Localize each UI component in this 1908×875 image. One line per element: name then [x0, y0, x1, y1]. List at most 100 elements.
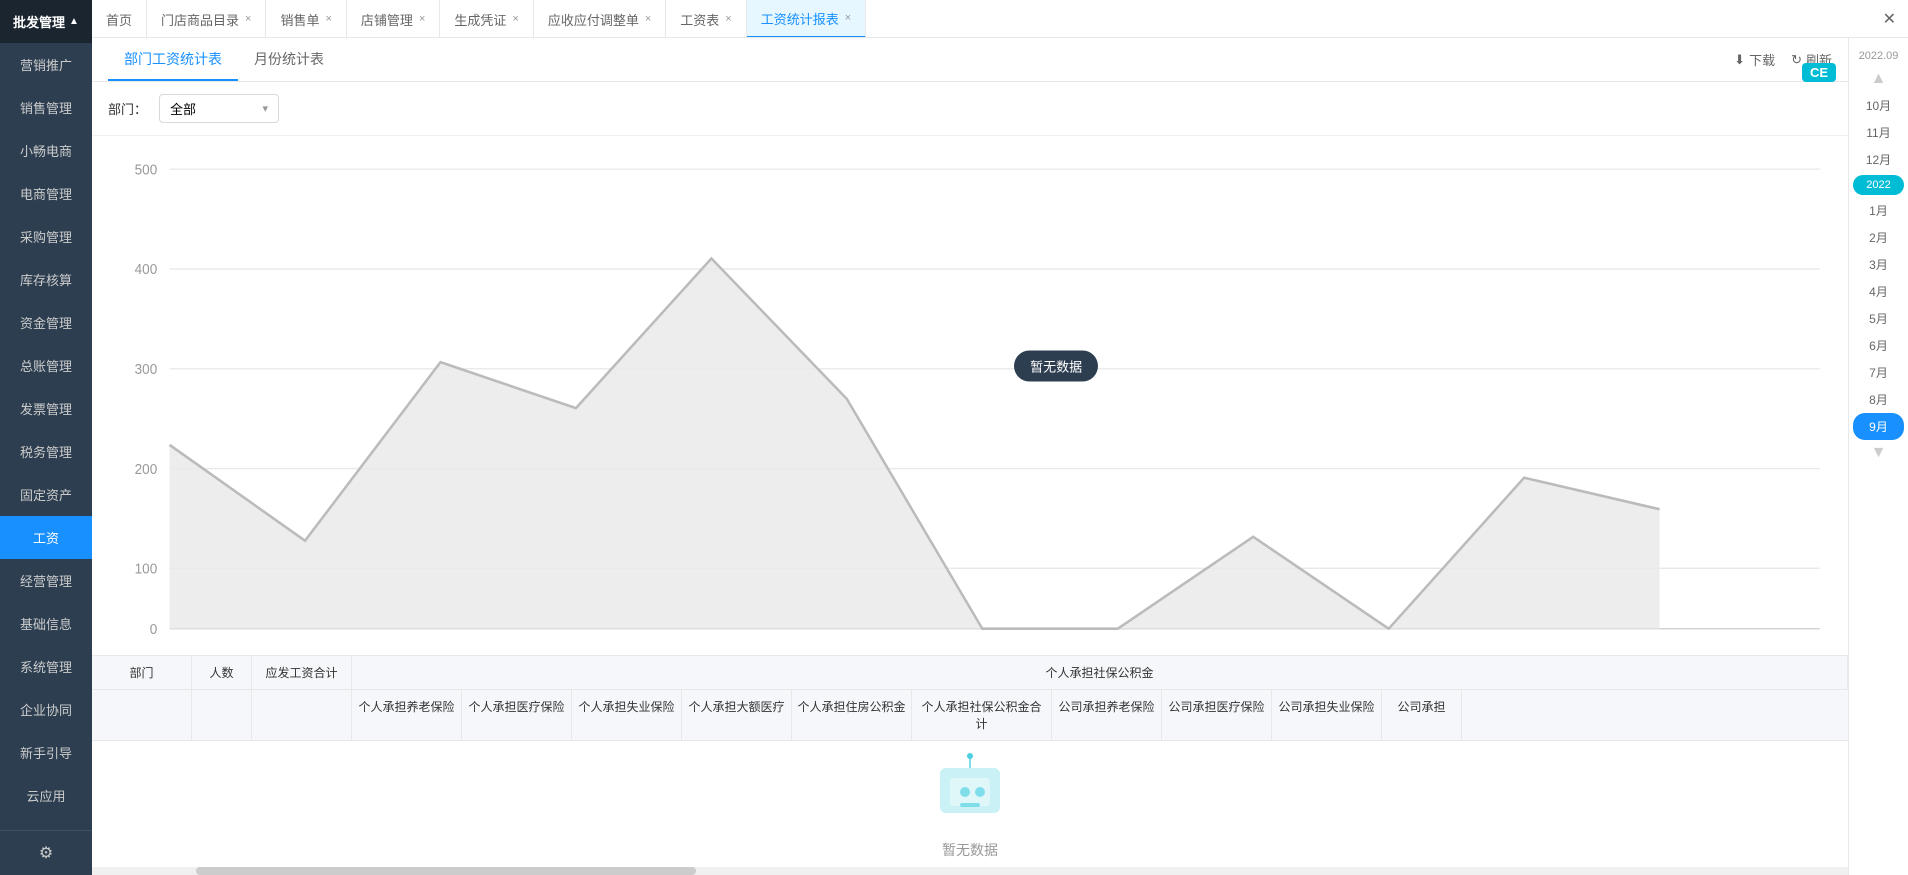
tab-label-1: 门店商品目录 [161, 10, 239, 29]
col-department: 部门 [92, 656, 192, 689]
select-arrow-icon: ▾ [262, 102, 268, 115]
tab-label-4: 生成凭证 [454, 10, 506, 29]
timeline-feb[interactable]: 2月 [1849, 224, 1908, 251]
filter-bar: 部门： 全部 ▾ [92, 82, 1848, 136]
sidebar-item-15[interactable]: 企业协同 [0, 688, 92, 731]
timeline-panel: 2022.09 ▲ 10月 11月 12月 2022 1月 2月 3月 4月 5… [1848, 38, 1908, 875]
tab-5[interactable]: 应收应付调整单× [534, 0, 666, 38]
subtab-department[interactable]: 部门工资统计表 [108, 39, 238, 81]
scrollbar-thumb[interactable] [196, 867, 696, 875]
timeline-down-button[interactable]: ▼ [1871, 440, 1887, 466]
svg-text:0: 0 [150, 621, 158, 638]
sidebar-item-0[interactable]: 营销推广 [0, 43, 92, 86]
sidebar-item-6[interactable]: 资金管理 [0, 301, 92, 344]
main-area: 首页门店商品目录×销售单×店铺管理×生成凭证×应收应付调整单×工资表×工资统计报… [92, 0, 1908, 875]
sidebar-item-14[interactable]: 系统管理 [0, 645, 92, 688]
subcol-company-misc: 公司承担 [1382, 690, 1462, 740]
subcol-company-medical: 公司承担医疗保险 [1162, 690, 1272, 740]
tab-label-0: 首页 [106, 10, 132, 29]
timeline-jan[interactable]: 1月 [1849, 197, 1908, 224]
sidebar-item-12[interactable]: 经营管理 [0, 559, 92, 602]
tab-label-7: 工资统计报表 [761, 9, 839, 28]
main-content: 部门工资统计表 月份统计表 ⬇ 下载 ↻ 刷新 部门： [92, 38, 1848, 875]
sidebar-item-8[interactable]: 发票管理 [0, 387, 92, 430]
tab-2[interactable]: 销售单 × [266, 0, 346, 38]
timeline-jul[interactable]: 7月 [1849, 359, 1908, 386]
sidebar-item-2[interactable]: 小畅电商 [0, 129, 92, 172]
sidebar-item-17[interactable]: 云应用 [0, 774, 92, 817]
horizontal-scrollbar[interactable] [92, 867, 1848, 875]
tab-close-6[interactable]: × [725, 13, 731, 25]
empty-text: 暂无数据 [942, 840, 998, 860]
tab-1[interactable]: 门店商品目录 × [147, 0, 266, 38]
svg-text:500: 500 [135, 161, 158, 178]
sidebar-bottom: ⚙ [0, 830, 92, 875]
sidebar-item-5[interactable]: 库存核算 [0, 258, 92, 301]
tab-close-7[interactable]: × [845, 12, 851, 24]
tab-close-2[interactable]: × [325, 13, 331, 25]
subcol-personal-pension: 个人承担养老保险 [352, 690, 462, 740]
timeline-apr[interactable]: 4月 [1849, 278, 1908, 305]
svg-text:400: 400 [135, 261, 158, 278]
table-section: 部门 人数 应发工资合计 个人承担社保公积金 个人承担养老保险 个人承担医疗保险… [92, 655, 1848, 875]
tab-close-5[interactable]: × [645, 13, 651, 25]
table-header-row2: 个人承担养老保险 个人承担医疗保险 个人承担失业保险 个人承担大额医疗 个人承担… [92, 690, 1848, 741]
tab-6[interactable]: 工资表 × [666, 0, 746, 38]
timeline-may[interactable]: 5月 [1849, 305, 1908, 332]
subcol-personal-total: 个人承担社保公积金合计 [912, 690, 1052, 740]
timeline-oct[interactable]: 10月 [1849, 92, 1908, 119]
sidebar-item-4[interactable]: 采购管理 [0, 215, 92, 258]
sidebar-arrow-icon: ▲ [69, 16, 79, 27]
sidebar-item-13[interactable]: 基础信息 [0, 602, 92, 645]
department-select-value: 全部 [170, 99, 196, 118]
sidebar-item-16[interactable]: 新手引导 [0, 731, 92, 774]
tab-0[interactable]: 首页 [92, 0, 147, 38]
sidebar-item-7[interactable]: 总账管理 [0, 344, 92, 387]
col-total-wage: 应发工资合计 [252, 656, 352, 689]
sidebar-header[interactable]: 批发管理 ▲ [0, 0, 92, 43]
timeline-up-button[interactable]: ▲ [1871, 66, 1887, 92]
tab-4[interactable]: 生成凭证 × [440, 0, 533, 38]
tab-7[interactable]: 工资统计报表 × [747, 0, 866, 38]
tab-close-1[interactable]: × [245, 13, 251, 25]
svg-text:100: 100 [135, 560, 158, 577]
timeline-jun[interactable]: 6月 [1849, 332, 1908, 359]
table-body: 暂无数据 [92, 741, 1848, 867]
subtab-month[interactable]: 月份统计表 [238, 39, 340, 81]
timeline-mar[interactable]: 3月 [1849, 251, 1908, 278]
tabs-close-button[interactable]: ✕ [1871, 9, 1908, 29]
settings-icon[interactable]: ⚙ [0, 831, 92, 875]
subcol-company-pension: 公司承担养老保险 [1052, 690, 1162, 740]
timeline-year-label: 2022.09 [1849, 46, 1908, 66]
timeline-year-2022: 2022 [1853, 175, 1904, 195]
department-select[interactable]: 全部 ▾ [159, 94, 279, 123]
tab-3[interactable]: 店铺管理 × [347, 0, 440, 38]
tab-label-3: 店铺管理 [361, 10, 413, 29]
timeline-aug[interactable]: 8月 [1849, 386, 1908, 413]
sidebar-item-10[interactable]: 固定资产 [0, 473, 92, 516]
sub-tabs-left: 部门工资统计表 月份统计表 [108, 39, 340, 81]
empty-icon [930, 748, 1010, 828]
no-data-tooltip: 暂无数据 [1014, 350, 1098, 381]
subcol-personal-medical: 个人承担医疗保险 [462, 690, 572, 740]
sidebar-item-3[interactable]: 电商管理 [0, 172, 92, 215]
tab-label-2: 销售单 [280, 10, 319, 29]
sidebar-item-1[interactable]: 销售管理 [0, 86, 92, 129]
download-button[interactable]: ⬇ 下载 [1734, 50, 1775, 69]
refresh-icon: ↻ [1791, 52, 1802, 68]
tab-close-3[interactable]: × [419, 13, 425, 25]
subcol-personal-housing: 个人承担住房公积金 [792, 690, 912, 740]
timeline-dec[interactable]: 12月 [1849, 146, 1908, 173]
timeline-nov[interactable]: 11月 [1849, 119, 1908, 146]
svg-text:200: 200 [135, 460, 158, 477]
sidebar-item-9[interactable]: 税务管理 [0, 430, 92, 473]
tab-close-4[interactable]: × [512, 13, 518, 25]
table-header-row1: 部门 人数 应发工资合计 个人承担社保公积金 [92, 656, 1848, 690]
content-area: 部门工资统计表 月份统计表 ⬇ 下载 ↻ 刷新 部门： [92, 38, 1908, 875]
tab-label-6: 工资表 [680, 10, 719, 29]
sidebar-item-11[interactable]: 工资 [0, 516, 92, 559]
svg-text:300: 300 [135, 361, 158, 378]
timeline-sep-active[interactable]: 9月 [1853, 413, 1904, 440]
ce-badge: CE [1802, 63, 1836, 82]
chart-svg: 500 400 300 200 100 0 [108, 156, 1832, 655]
